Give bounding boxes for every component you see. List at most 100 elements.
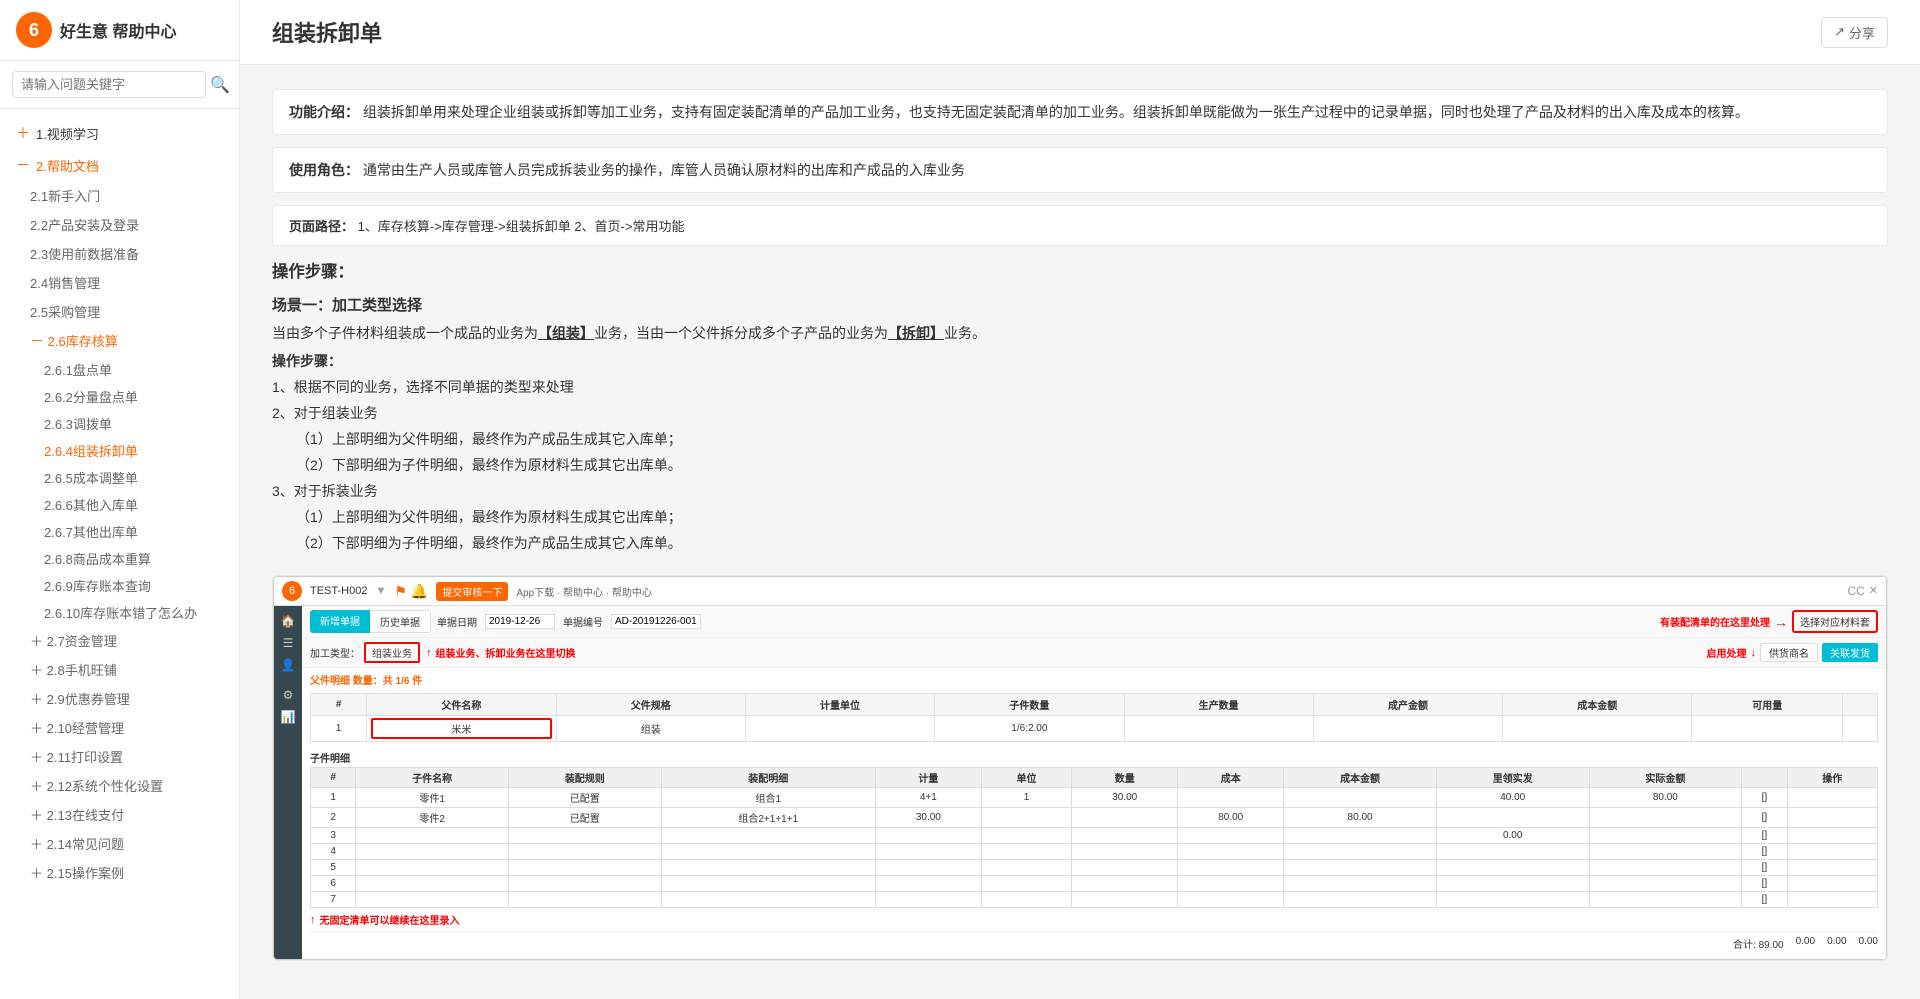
table-row: 6[]: [311, 876, 1878, 892]
sidebar: 6 好生意 帮助中心 🔍 ＋ 1.视频学习 － 2.帮助文档 2.1新手入门 2…: [0, 0, 240, 999]
main-area: 组装拆卸单 ↗ 分享 功能介绍： 组装拆卸单用来处理企业组装或拆卸等加工业务，支…: [240, 0, 1920, 999]
sidebar-item-payment[interactable]: ＋ 2.13在线支付: [0, 800, 239, 829]
sidebar-item-2-6-3[interactable]: 2.6.3调拨单: [0, 410, 239, 437]
app-name: 好生意 帮助中心: [60, 18, 176, 42]
mock-annotation1-area: 有装配清单的在这里处理 → 选择对应材料套: [1660, 610, 1878, 633]
func-intro-text: 组装拆卸单用来处理企业组装或拆卸等加工业务，支持有固定装配清单的产品加工业务，也…: [363, 104, 1749, 120]
sidebar-item-coupon[interactable]: ＋ 2.9优惠券管理: [0, 684, 239, 713]
mock-tab-history[interactable]: 历史单据: [370, 610, 431, 633]
mock-annotation3-area: ↑ 组装业务、拆卸业务在这里切换: [426, 645, 576, 660]
table-row: 2零件2已配置组合2+1+1+130.0080.0080.00[]: [311, 808, 1878, 828]
no-label: 单据编号: [563, 614, 603, 629]
path-text: 1、库存核算->库存管理->组装拆卸单 2、首页->常用功能: [358, 219, 685, 234]
share-button[interactable]: ↗ 分享: [1821, 17, 1888, 48]
scenario1-desc-text: 当由多个子件材料组装成一个成品的业务为【组装】业务，当由一个父件拆分成多个子产品…: [272, 325, 986, 341]
annotation5-arrow: ↑: [310, 914, 316, 926]
label: 2.10经营管理: [47, 721, 124, 736]
type-label-mock: 加工类型：: [310, 645, 360, 660]
mock-tab-new[interactable]: 新增单据: [310, 610, 370, 633]
sidebar-item-2-6-8[interactable]: 2.6.8商品成本重算: [0, 545, 239, 572]
label: 2.6库存核算: [48, 334, 118, 349]
scenario1-desc: 当由多个子件材料组装成一个成品的业务为【组装】业务，当由一个父件拆分成多个子产品…: [272, 323, 1888, 343]
bell-icon: 🔔: [411, 583, 428, 600]
step2: 2、对于组装业务: [272, 403, 1888, 423]
sidebar-item-docs-label: 2.帮助文档: [36, 156, 99, 175]
sidebar-item-newbie[interactable]: 2.1新手入门: [0, 181, 239, 210]
table-row: 4[]: [311, 844, 1878, 860]
label: 2.11打印设置: [47, 750, 123, 765]
role-text: 通常由生产人员或库管人员完成拆装业务的操作，库管人员确认原材料的出库和产成品的入…: [363, 162, 965, 178]
sidebar-item-install[interactable]: 2.2产品安装及登录: [0, 210, 239, 239]
sidebar-item-custom[interactable]: ＋ 2.12系统个性化设置: [0, 771, 239, 800]
plus-icon: ＋: [16, 123, 30, 143]
footer-val1: 0.00: [1796, 936, 1815, 951]
label: 2.7资金管理: [47, 634, 117, 649]
annotation5-text: 无固定清单可以继续在这里录入: [320, 912, 460, 927]
mock-toolbar-row: 新增单据 历史单据 单据日期 单据编号: [302, 606, 1886, 638]
share-label: 分享: [1849, 23, 1875, 42]
sidebar-nav: ＋ 1.视频学习 － 2.帮助文档 2.1新手入门 2.2产品安装及登录 2.3…: [0, 109, 239, 999]
mock-type-selector: 加工类型： 组装业务: [310, 642, 420, 663]
mock-window: 6 TEST-H002 ▼ ⚑ 🔔 提交审核一下 App下载 · 帮助中心 · …: [273, 576, 1887, 960]
footer-val3: 0.00: [1859, 936, 1878, 951]
label: 2.2产品安装及登录: [30, 218, 139, 233]
sidebar-item-video[interactable]: ＋ 1.视频学习: [0, 117, 239, 149]
sidebar-item-2-6-2[interactable]: 2.6.2分量盘点单: [0, 383, 239, 410]
scenario1-steps-title: 操作步骤：: [272, 351, 1888, 371]
path-label: 页面路径：: [289, 219, 354, 234]
mock-user-icon: CC: [1847, 584, 1864, 598]
sidebar-item-manage[interactable]: ＋ 2.10经营管理: [0, 713, 239, 742]
sidebar-item-2-6-4[interactable]: 2.6.4组装拆卸单: [0, 437, 239, 464]
sidebar-item-sales[interactable]: 2.4销售管理: [0, 268, 239, 297]
mock-type-select[interactable]: 组装业务: [364, 642, 420, 663]
sidebar-item-faq[interactable]: ＋ 2.14常见问题: [0, 829, 239, 858]
label: 2.9优惠券管理: [47, 692, 130, 707]
sidebar-item-2-6-1[interactable]: 2.6.1盘点单: [0, 356, 239, 383]
sidebar-item-case[interactable]: ＋ 2.15操作案例: [0, 858, 239, 887]
mock-window-id: TEST-H002: [310, 585, 367, 597]
label: 2.12系统个性化设置: [47, 779, 163, 794]
mock-no-input[interactable]: [611, 614, 701, 629]
sidebar-item-docs[interactable]: － 2.帮助文档: [0, 149, 239, 181]
mock-lower-table-area: 子件明细 #子件名称装配规则装配明细计量单位数量成本成本金额里领实发实际金额操作: [302, 746, 1886, 959]
sidebar-item-2-6-5[interactable]: 2.6.5成本调整单: [0, 464, 239, 491]
sidebar-item-2-6-6[interactable]: 2.6.6其他入库单: [0, 491, 239, 518]
func-intro-section: 功能介绍： 组装拆卸单用来处理企业组装或拆卸等加工业务，支持有固定装配清单的产品…: [272, 89, 1888, 135]
minus-icon: －: [16, 155, 30, 175]
sidebar-item-mobile[interactable]: ＋ 2.8手机旺铺: [0, 655, 239, 684]
mock-left-nav: 🏠 ☰ 👤 ⚙ 📊: [274, 606, 302, 959]
mock-main-content: 新增单据 历史单据 单据日期 单据编号: [302, 606, 1886, 959]
main-content: 功能介绍： 组装拆卸单用来处理企业组装或拆卸等加工业务，支持有固定装配清单的产品…: [240, 65, 1920, 999]
sidebar-item-data[interactable]: 2.3使用前数据准备: [0, 239, 239, 268]
search-input[interactable]: [12, 71, 206, 98]
page-title: 组装拆卸单: [272, 16, 382, 48]
date-label: 单据日期: [437, 614, 477, 629]
sidebar-item-inventory[interactable]: － 2.6库存核算: [0, 326, 239, 356]
sidebar-item-2-6-7[interactable]: 2.6.7其他出库单: [0, 518, 239, 545]
logo-icon: 6: [16, 12, 52, 48]
table-row: 1零件1已配置组合14+1130.0040.0080.00[]: [311, 788, 1878, 808]
mock-nav-home: 🏠: [281, 614, 296, 628]
minus-icon-inventory: －: [30, 333, 44, 349]
table-row: 5[]: [311, 860, 1878, 876]
mock-nav-person: 👤: [281, 658, 296, 672]
sidebar-item-2-6-10[interactable]: 2.6.10库存账本错了怎么办: [0, 599, 239, 626]
annotation4-text: 启用处理: [1707, 645, 1747, 660]
mock-confirm-btn[interactable]: 关联发货: [1822, 643, 1878, 662]
mock-form-fields: 单据日期 单据编号: [437, 614, 701, 629]
mock-second-toolbar: 加工类型： 组装业务 ↑ 组装业务、拆卸业务在这里切换: [302, 638, 1886, 668]
table-row: 7[]: [311, 892, 1878, 908]
mock-upper-table: #父件名称父件规格计量单位子件数量生产数量成产金额成本金额可用量 1 米米 组装…: [310, 693, 1878, 742]
mock-save-btn[interactable]: 提交审核一下: [436, 582, 508, 601]
sidebar-header: 6 好生意 帮助中心: [0, 0, 239, 61]
footer-qty: 合计: 89.00: [1733, 936, 1784, 951]
sidebar-item-print[interactable]: ＋ 2.11打印设置: [0, 742, 239, 771]
sidebar-item-finance[interactable]: ＋ 2.7资金管理: [0, 626, 239, 655]
search-button[interactable]: 🔍: [210, 75, 230, 95]
annotation3-arrow: ↑: [426, 647, 432, 659]
mock-enable-input[interactable]: 供货商名: [1760, 643, 1818, 662]
mock-close-icon[interactable]: ✕: [1869, 584, 1878, 598]
sidebar-item-purchase[interactable]: 2.5采购管理: [0, 297, 239, 326]
sidebar-item-2-6-9[interactable]: 2.6.9库存账本查询: [0, 572, 239, 599]
mock-date-input[interactable]: [485, 614, 555, 629]
